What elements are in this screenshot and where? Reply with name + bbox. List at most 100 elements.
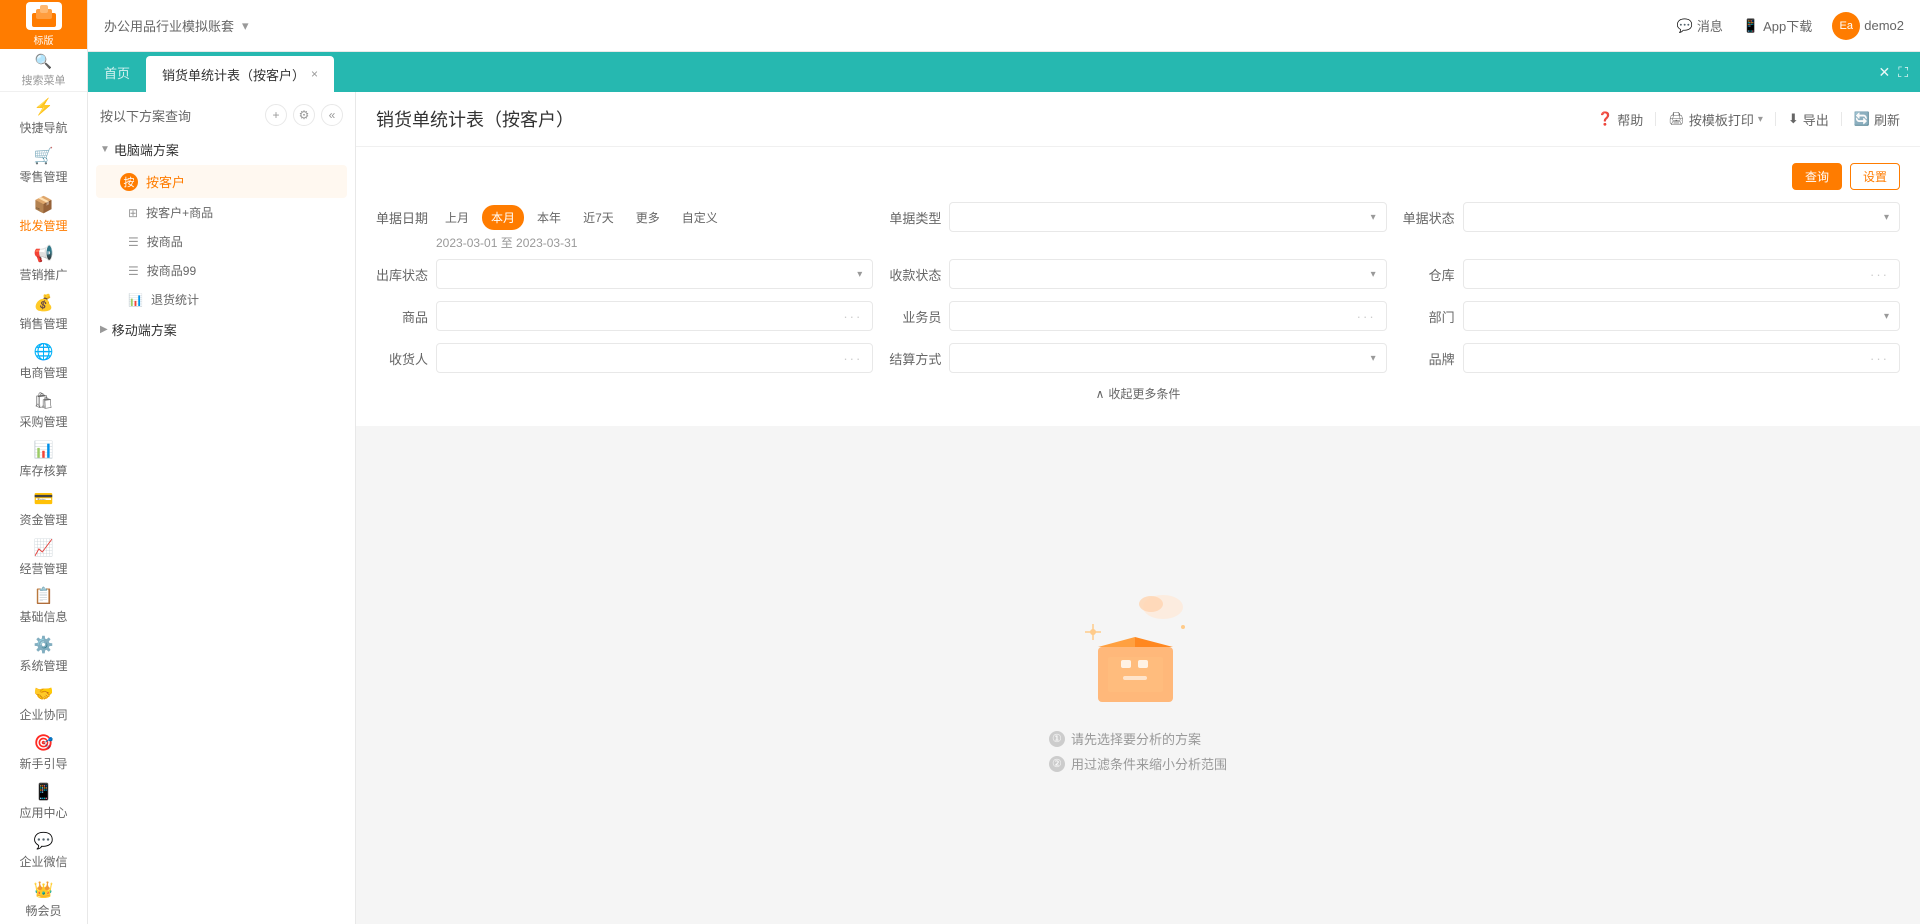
collapse-conditions-btn[interactable]: ∧ 收起更多条件: [376, 377, 1900, 410]
sidebar-item-sales[interactable]: 💰 销售管理: [0, 288, 88, 337]
sidebar-item-newbie[interactable]: 🎯 新手引导: [0, 728, 88, 777]
out-status-select[interactable]: ▾: [436, 259, 873, 289]
message-label: 消息: [1697, 16, 1723, 35]
empty-illustration: [1073, 582, 1203, 712]
settings-scheme-btn[interactable]: ⚙: [293, 104, 315, 126]
print-icon: 🖨: [1668, 111, 1685, 127]
sidebar: 标版 🔍 搜索菜单 ⚡ 快捷导航 🛒 零售管理 📦 批发管理 📢 营销推广 💰 …: [0, 0, 88, 924]
filter-salesperson-field: 业务员 ···: [889, 301, 1386, 331]
filter-warehouse-field: 仓库 ···: [1403, 259, 1900, 289]
sidebar-ecommerce-label: 电商管理: [19, 364, 67, 381]
export-label: 导出: [1803, 110, 1829, 129]
tab-home[interactable]: 首页: [88, 52, 146, 92]
filter-row-3: 商品 ··· 业务员 ··· 部门: [376, 301, 1900, 331]
sidebar-item-finance[interactable]: 💳 资金管理: [0, 484, 88, 533]
user-profile[interactable]: Ea demo2: [1832, 12, 1904, 40]
scheme-item-by-product[interactable]: ☰ 按商品: [96, 227, 347, 256]
scheme-label-return-stats: 退货统计: [151, 291, 199, 308]
window-close-btn[interactable]: ✕: [1878, 64, 1890, 81]
date-this-month[interactable]: 本月: [482, 205, 524, 230]
topbar-right: 💬 消息 📱 App下载 Ea demo2: [1677, 12, 1904, 40]
consignee-dots: ···: [843, 351, 862, 366]
date-custom[interactable]: 自定义: [673, 205, 727, 230]
divider-2: [1775, 112, 1776, 126]
sidebar-item-ecommerce[interactable]: 🌐 电商管理: [0, 337, 88, 386]
user-name: demo2: [1864, 18, 1904, 33]
help-btn[interactable]: ❓ 帮助: [1597, 110, 1643, 129]
payment-status-select[interactable]: ▾: [949, 259, 1386, 289]
settlement-select[interactable]: ▾: [949, 343, 1386, 373]
bill-type-select[interactable]: ▾: [949, 202, 1386, 232]
left-panel-title: 按以下方案查询: [100, 106, 191, 125]
payment-status-chevron: ▾: [1371, 269, 1376, 280]
topbar-left: 办公用品行业模拟账套 ▾: [104, 16, 249, 35]
query-button[interactable]: 查询: [1792, 163, 1842, 190]
sidebar-item-appstore[interactable]: 📱 应用中心: [0, 777, 88, 826]
warehouse-dots: ···: [1870, 267, 1889, 282]
sidebar-item-wechat[interactable]: 💬 企业微信: [0, 826, 88, 875]
date-this-year[interactable]: 本年: [528, 205, 570, 230]
sidebar-item-system[interactable]: ⚙️ 系统管理: [0, 630, 88, 679]
brand-dots: ···: [1870, 351, 1889, 366]
bill-status-label: 单据状态: [1403, 208, 1455, 227]
logo-icon: [26, 2, 62, 30]
app-subtitle: 标版: [34, 32, 54, 47]
collapse-panel-btn[interactable]: «: [321, 104, 343, 126]
settlement-chevron: ▾: [1371, 353, 1376, 364]
consignee-select[interactable]: ···: [436, 343, 873, 373]
app-download-icon: 📱: [1743, 18, 1759, 34]
bill-type-chevron: ▾: [1371, 212, 1376, 223]
sidebar-marketing-label: 营销推广: [19, 266, 67, 283]
desktop-scheme-group: ▼ 电脑端方案 按 按客户 ⊞ 按客户+商品 ☰ 按商品 ☰: [88, 134, 355, 314]
scheme-item-return-stats[interactable]: 📊 退货统计: [96, 285, 347, 314]
sidebar-item-wholesale[interactable]: 📦 批发管理: [0, 190, 88, 239]
sidebar-item-purchase[interactable]: 🛍 采购管理: [0, 386, 88, 435]
tab-close-icon[interactable]: ×: [311, 67, 318, 81]
window-maximize-btn[interactable]: ⛶: [1898, 64, 1908, 81]
tab-home-label: 首页: [104, 63, 130, 82]
sidebar-item-inventory[interactable]: 📊 库存核算: [0, 435, 88, 484]
mobile-scheme-group[interactable]: ▶ 移动端方案: [96, 314, 355, 345]
avatar: Ea: [1832, 12, 1860, 40]
warehouse-select[interactable]: ···: [1463, 259, 1900, 289]
export-btn[interactable]: ⬇ 导出: [1788, 110, 1829, 129]
bill-status-select[interactable]: ▾: [1463, 202, 1900, 232]
scheme-item-product-99[interactable]: ☰ 按商品99: [96, 256, 347, 285]
scheme-item-by-customer[interactable]: 按 按客户: [96, 165, 347, 198]
search-label: 搜索菜单: [22, 72, 66, 88]
brand-select[interactable]: ···: [1463, 343, 1900, 373]
dropdown-icon[interactable]: ▾: [242, 18, 249, 34]
sidebar-item-operation[interactable]: 📈 经营管理: [0, 533, 88, 582]
department-select[interactable]: ▾: [1463, 301, 1900, 331]
sidebar-vip-label: 畅会员: [25, 902, 61, 919]
app-download-btn[interactable]: 📱 App下载: [1743, 16, 1812, 35]
right-panel: 销货单统计表（按客户） ❓ 帮助 🖨 按模板打印 ▾ ⬇: [356, 92, 1920, 924]
search-menu[interactable]: 🔍 搜索菜单: [0, 49, 88, 92]
product-dots: ···: [843, 309, 862, 324]
sidebar-item-marketing[interactable]: 📢 营销推广: [0, 239, 88, 288]
sidebar-system-label: 系统管理: [19, 657, 67, 674]
tab-sales-report[interactable]: 销货单统计表（按客户） ×: [146, 56, 334, 92]
filter-date-field: 单据日期 上月 本月 本年 近7天 更多 自定义: [376, 205, 873, 230]
filter-product-field: 商品 ···: [376, 301, 873, 331]
sidebar-item-enterprise[interactable]: 🤝 企业协同: [0, 679, 88, 728]
payment-status-label: 收款状态: [889, 265, 941, 284]
add-scheme-btn[interactable]: +: [265, 104, 287, 126]
message-btn[interactable]: 💬 消息: [1677, 16, 1723, 35]
date-more[interactable]: 更多: [627, 205, 669, 230]
refresh-btn[interactable]: 🔄 刷新: [1854, 110, 1900, 129]
date-last-month[interactable]: 上月: [436, 205, 478, 230]
sidebar-item-retail[interactable]: 🛒 零售管理: [0, 141, 88, 190]
sidebar-item-quicknav[interactable]: ⚡ 快捷导航: [0, 92, 88, 141]
collapse-label: 收起更多条件: [1108, 385, 1180, 402]
settings-button[interactable]: 设置: [1850, 163, 1900, 190]
date-last7days[interactable]: 近7天: [574, 205, 623, 230]
sidebar-item-vip[interactable]: 👑 畅会员: [0, 875, 88, 924]
sidebar-item-basic[interactable]: 📋 基础信息: [0, 581, 88, 630]
salesperson-select[interactable]: ···: [949, 301, 1386, 331]
filter-row-4: 收货人 ··· 结算方式 ▾ 品牌: [376, 343, 1900, 373]
print-btn[interactable]: 🖨 按模板打印 ▾: [1668, 110, 1763, 129]
product-select[interactable]: ···: [436, 301, 873, 331]
desktop-scheme-header[interactable]: ▼ 电脑端方案: [96, 134, 347, 165]
scheme-item-customer-product[interactable]: ⊞ 按客户+商品: [96, 198, 347, 227]
